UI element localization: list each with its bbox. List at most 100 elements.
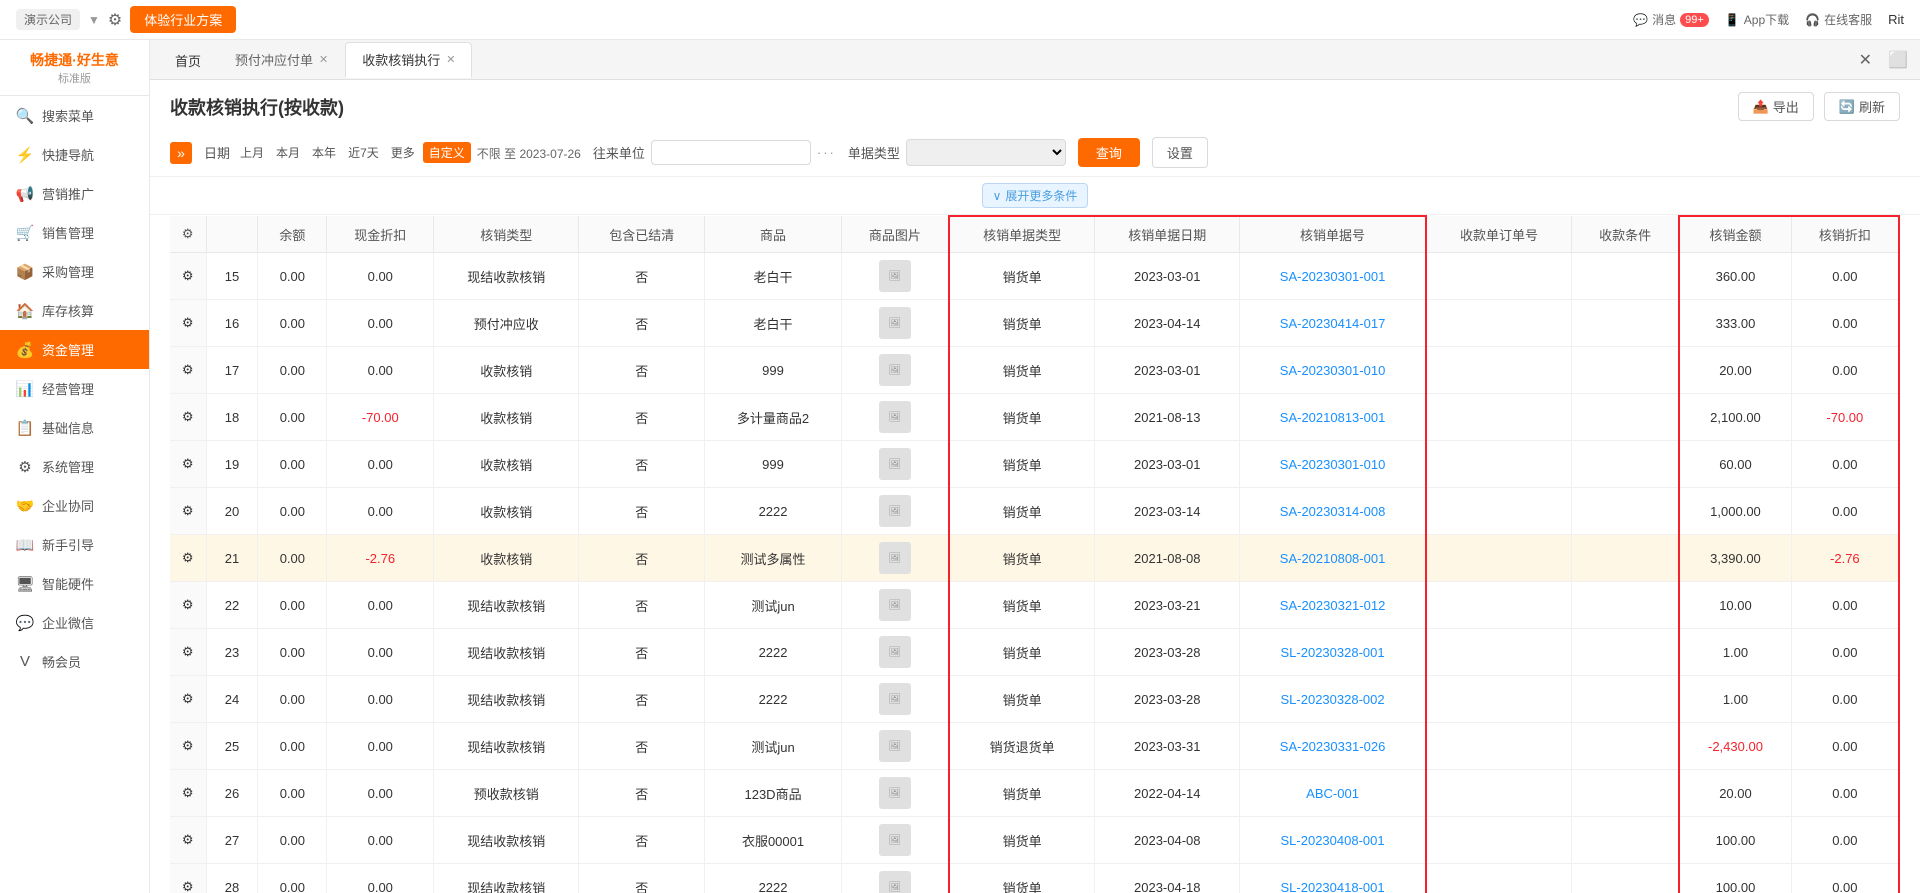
company-name[interactable]: 演示公司 (16, 9, 80, 30)
from-unit-section: 往来单位 ··· (593, 140, 836, 165)
table-row: ⚙ 22 0.00 0.00 现结收款核销 否 测试jun 🖼 销货单 2023… (170, 582, 1899, 629)
bill-no-link[interactable]: SA-20210813-001 (1280, 410, 1386, 425)
verify-tab-close[interactable]: ✕ (446, 53, 455, 66)
cell-settings[interactable]: ⚙ (170, 629, 206, 676)
cell-settings[interactable]: ⚙ (170, 817, 206, 864)
cell-bill-type: 销货单 (949, 535, 1095, 582)
bill-no-link[interactable]: SA-20230414-017 (1280, 316, 1386, 331)
cell-settings[interactable]: ⚙ (170, 535, 206, 582)
query-button[interactable]: 查询 (1078, 138, 1140, 167)
page-content: 收款核销执行(按收款) 📤 导出 🔄 刷新 » 日期 (150, 80, 1920, 893)
cell-settings[interactable]: ⚙ (170, 253, 206, 300)
bill-no-link[interactable]: SA-20230321-012 (1280, 598, 1386, 613)
bill-no-link[interactable]: SA-20230301-010 (1280, 363, 1386, 378)
bill-no-link[interactable]: SA-20230314-008 (1280, 504, 1386, 519)
cell-verify-type: 现结收款核销 (434, 582, 579, 629)
bill-no-link[interactable]: SL-20230408-001 (1281, 833, 1385, 848)
cell-product: 999 (705, 441, 842, 488)
date-more[interactable]: 更多 (387, 142, 419, 163)
maximize-icon[interactable]: ⬜ (1884, 46, 1912, 74)
date-this-month[interactable]: 本月 (272, 142, 304, 163)
cell-settings[interactable]: ⚙ (170, 441, 206, 488)
sidebar-icon-8: 📋 (16, 419, 34, 437)
table-row: ⚙ 25 0.00 0.00 现结收款核销 否 测试jun 🖼 销货退货单 20… (170, 723, 1899, 770)
date-last-month[interactable]: 上月 (236, 142, 268, 163)
cell-seq: 26 (206, 770, 258, 817)
date-this-year[interactable]: 本年 (308, 142, 340, 163)
app-download-button[interactable]: 📱 App下载 (1725, 11, 1789, 28)
cell-settings[interactable]: ⚙ (170, 676, 206, 723)
col-product-image: 商品图片 (841, 216, 949, 253)
tab-prepay[interactable]: 预付冲应付单 ✕ (218, 42, 345, 78)
sidebar-item-12[interactable]: 🖥智能硬件 (0, 564, 149, 603)
sidebar-logo: 畅捷通·好生意 标准版 (0, 40, 149, 96)
sidebar-item-5[interactable]: 🏠库存核算 (0, 291, 149, 330)
sidebar-item-8[interactable]: 📋基础信息 (0, 408, 149, 447)
cell-receipt-order-no (1426, 629, 1572, 676)
bill-type-select[interactable] (906, 139, 1066, 166)
sidebar-item-14[interactable]: V畅会员 (0, 642, 149, 681)
tab-home[interactable]: 首页 (158, 42, 218, 78)
message-button[interactable]: 💬 消息 99+ (1633, 11, 1709, 28)
close-window-icon[interactable]: ✕ (1855, 46, 1876, 74)
gear-icon[interactable]: ⚙ (108, 10, 122, 30)
main-layout: 畅捷通·好生意 标准版 🔍搜索菜单⚡快捷导航📢营销推广🛒销售管理📦采购管理🏠库存… (0, 40, 1920, 893)
bill-no-link[interactable]: SA-20230331-026 (1280, 739, 1386, 754)
bill-no-link[interactable]: SA-20230301-001 (1280, 269, 1386, 284)
bill-no-link[interactable]: ABC-001 (1306, 786, 1359, 801)
online-service-button[interactable]: 🎧 在线客服 (1805, 11, 1872, 28)
sidebar-item-2[interactable]: 📢营销推广 (0, 174, 149, 213)
prepay-tab-close[interactable]: ✕ (319, 53, 328, 66)
cell-settings[interactable]: ⚙ (170, 864, 206, 893)
sidebar-item-9[interactable]: ⚙系统管理 (0, 447, 149, 486)
sidebar-item-6[interactable]: 💰资金管理 (0, 330, 149, 369)
cell-settings[interactable]: ⚙ (170, 488, 206, 535)
sidebar-item-11[interactable]: 📖新手引导 (0, 525, 149, 564)
bill-type-label: 单据类型 (848, 143, 900, 162)
sidebar-item-1[interactable]: ⚡快捷导航 (0, 135, 149, 174)
cell-product: 多计量商品2 (705, 394, 842, 441)
cell-receipt-condition (1572, 441, 1680, 488)
from-unit-input[interactable] (651, 140, 811, 165)
tab-bar-right: ✕ ⬜ (1855, 46, 1912, 74)
product-image: 🖼 (879, 260, 911, 292)
cell-settings[interactable]: ⚙ (170, 582, 206, 629)
bill-no-link[interactable]: SL-20230328-001 (1281, 645, 1385, 660)
cell-settings[interactable]: ⚙ (170, 300, 206, 347)
cell-settings[interactable]: ⚙ (170, 394, 206, 441)
cell-receipt-order-no (1426, 394, 1572, 441)
from-unit-dots[interactable]: ··· (817, 145, 836, 160)
cell-receipt-condition (1572, 253, 1680, 300)
sidebar-item-7[interactable]: 📊经营管理 (0, 369, 149, 408)
sidebar-item-4[interactable]: 📦采购管理 (0, 252, 149, 291)
bill-no-link[interactable]: SA-20230301-010 (1280, 457, 1386, 472)
sidebar-item-3[interactable]: 🛒销售管理 (0, 213, 149, 252)
refresh-button[interactable]: 🔄 刷新 (1824, 92, 1900, 121)
user-name[interactable]: Rit (1888, 12, 1904, 27)
cell-cash-discount: 0.00 (327, 488, 434, 535)
bill-no-link[interactable]: SL-20230418-001 (1281, 880, 1385, 893)
sidebar-item-10[interactable]: 🤝企业协同 (0, 486, 149, 525)
solution-button[interactable]: 体验行业方案 (130, 6, 236, 33)
bill-no-link[interactable]: SA-20210808-001 (1280, 551, 1386, 566)
expand-more-button[interactable]: ∨ 展开更多条件 (982, 183, 1089, 208)
col-settings[interactable]: ⚙ (170, 216, 206, 253)
col-product: 商品 (705, 216, 842, 253)
sidebar-item-13[interactable]: 💬企业微信 (0, 603, 149, 642)
cell-included-settled: 否 (579, 441, 705, 488)
product-image: 🖼 (879, 824, 911, 856)
cell-settings[interactable]: ⚙ (170, 723, 206, 770)
cell-bill-no: SL-20230408-001 (1240, 817, 1426, 864)
date-custom[interactable]: 自定义 (423, 142, 471, 163)
export-button[interactable]: 📤 导出 (1738, 92, 1814, 121)
sidebar-item-0[interactable]: 🔍搜索菜单 (0, 96, 149, 135)
cell-settings[interactable]: ⚙ (170, 347, 206, 394)
date-7days[interactable]: 近7天 (344, 142, 383, 163)
cell-settings[interactable]: ⚙ (170, 770, 206, 817)
chevron-down-icon[interactable]: ▼ (88, 13, 100, 27)
filter-toggle-icon[interactable]: » (170, 142, 192, 164)
bill-no-link[interactable]: SL-20230328-002 (1281, 692, 1385, 707)
setting-button[interactable]: 设置 (1152, 137, 1208, 168)
tab-verify[interactable]: 收款核销执行 ✕ (345, 42, 472, 78)
cell-product-image: 🖼 (841, 300, 949, 347)
